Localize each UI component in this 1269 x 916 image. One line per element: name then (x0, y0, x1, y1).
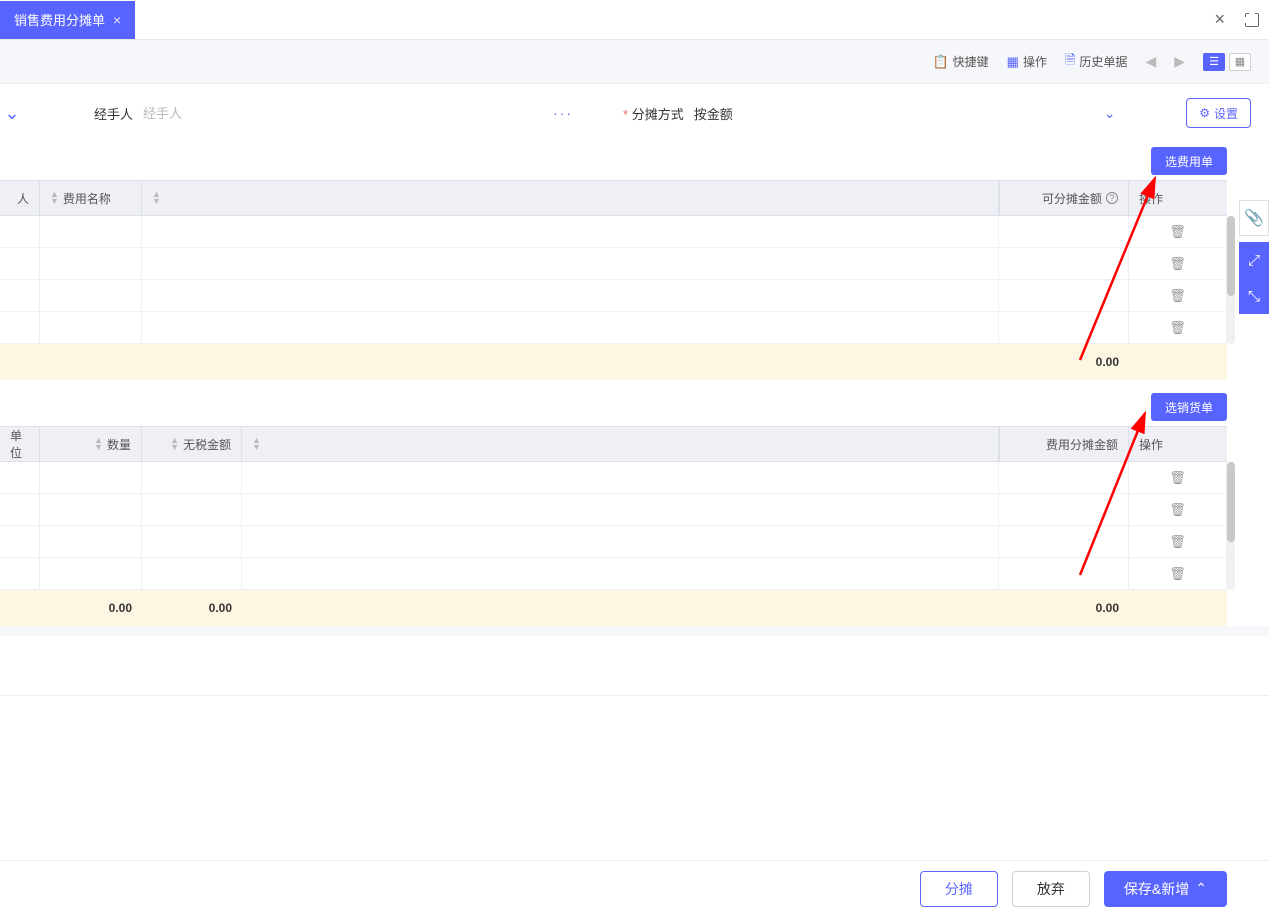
handler-input[interactable] (143, 99, 543, 127)
sort-icon[interactable]: ▲▼ (94, 437, 103, 451)
fullscreen-icon[interactable] (1245, 13, 1259, 27)
document-icon: 🗎 (1065, 51, 1075, 73)
shortcut-label: 快捷键 (953, 53, 989, 70)
gear-icon: ⚙ (1199, 106, 1210, 120)
trash-icon[interactable]: 🗑 (1169, 288, 1186, 304)
th-notax: 无税金额 (183, 436, 231, 453)
sum-notax: 0.00 (209, 601, 232, 615)
table-row: 🗑 (0, 558, 1227, 590)
th-col1: 费用名称 (63, 190, 111, 207)
save-label: 保存&新增 (1124, 879, 1189, 899)
nav-prev-icon[interactable]: ◀ (1145, 53, 1156, 70)
th-ops: 操作 (1139, 190, 1163, 207)
table-row: 🗑 (0, 494, 1227, 526)
footer: 分摊 放弃 保存&新增 ⌃ (0, 860, 1269, 916)
scrollbar[interactable] (1227, 462, 1235, 590)
table-row: 🗑 (0, 248, 1227, 280)
settings-button[interactable]: ⚙ 设置 (1186, 98, 1251, 128)
select-sales-button[interactable]: 选销货单 (1151, 393, 1227, 421)
trash-icon[interactable]: 🗑 (1169, 534, 1186, 550)
trash-icon[interactable]: 🗑 (1169, 224, 1186, 240)
operate-button[interactable]: ▦ 操作 (1007, 53, 1047, 70)
attachment-icon[interactable]: 📎 (1239, 200, 1269, 236)
close-icon[interactable]: × (1208, 5, 1231, 34)
alloc-label: 分摊方式 (623, 104, 684, 123)
table-expense: 人 ▲▼ 费用名称 ▲▼ 可分摊金额 ? 操作 🗑 🗑 🗑 (0, 180, 1269, 380)
history-button[interactable]: 🗎 历史单据 (1065, 51, 1127, 73)
table-row: 🗑 (0, 280, 1227, 312)
tab-bar: 销售费用分摊单 × × (0, 0, 1269, 40)
handler-label: 经手人 (94, 104, 133, 123)
table-row: 🗑 (0, 462, 1227, 494)
discard-button[interactable]: 放弃 (1012, 871, 1090, 907)
table-row: 🗑 (0, 216, 1227, 248)
handler-more-icon[interactable]: ··· (553, 105, 573, 121)
alloc-value[interactable]: 按金额 (694, 104, 1094, 123)
trash-icon[interactable]: 🗑 (1169, 256, 1186, 272)
chevron-up-icon: ⌃ (1195, 880, 1207, 897)
tab-title: 销售费用分摊单 (14, 10, 105, 29)
view-list-icon[interactable]: ☰ (1203, 53, 1225, 71)
view-grid-icon[interactable]: ▦ (1229, 53, 1251, 71)
side-buttons: 📎 ⤢ ⤡ (1239, 200, 1269, 314)
trash-icon[interactable]: 🗑 (1169, 566, 1186, 582)
chevron-down-icon[interactable]: ⌄ (0, 103, 24, 124)
sort-icon[interactable]: ▲▼ (170, 437, 179, 451)
table-sales: 单位 ▲▼ 数量 ▲▼ 无税金额 ▲▼ 费用分摊金额 操作 🗑 🗑 🗑 (0, 426, 1269, 626)
form-row: ⌄ 经手人 ··· 分摊方式 按金额 ⌄ ⚙ 设置 (0, 84, 1269, 142)
summary-row: 0.00 0.00 0.00 (0, 590, 1227, 626)
expand-out-icon[interactable]: ⤢ (1239, 242, 1269, 278)
sum-alloc-amount: 0.00 (1096, 601, 1119, 615)
sort-icon[interactable]: ▲▼ (152, 191, 161, 205)
trash-icon[interactable]: 🗑 (1169, 470, 1186, 486)
table-row: 🗑 (0, 312, 1227, 344)
table-row: 🗑 (0, 526, 1227, 558)
grid-icon: ▦ (1007, 54, 1019, 70)
trash-icon[interactable]: 🗑 (1169, 320, 1186, 336)
sum-allocable: 0.00 (1096, 355, 1119, 369)
operate-label: 操作 (1023, 53, 1047, 70)
shortcut-button[interactable]: 📋 快捷键 (932, 53, 988, 70)
th-ops2: 操作 (1139, 436, 1163, 453)
th-col0: 人 (17, 190, 29, 207)
tab-close-icon[interactable]: × (113, 12, 121, 28)
scrollbar[interactable] (1227, 216, 1235, 344)
sum-qty: 0.00 (109, 601, 132, 615)
th-unit: 单位 (10, 427, 29, 461)
help-icon[interactable]: ? (1106, 192, 1118, 204)
sort-icon[interactable]: ▲▼ (50, 191, 59, 205)
trash-icon[interactable]: 🗑 (1169, 502, 1186, 518)
history-label: 历史单据 (1079, 53, 1127, 70)
settings-label: 设置 (1214, 105, 1238, 122)
alloc-caret-icon[interactable]: ⌄ (1104, 105, 1116, 122)
select-expense-button[interactable]: 选费用单 (1151, 147, 1227, 175)
save-new-button[interactable]: 保存&新增 ⌃ (1104, 871, 1227, 907)
sort-icon[interactable]: ▲▼ (252, 437, 261, 451)
clipboard-icon: 📋 (932, 54, 948, 70)
toolbar: 📋 快捷键 ▦ 操作 🗎 历史单据 ◀ ▶ ☰ ▦ (0, 40, 1269, 84)
th-alloc-amount: 费用分摊金额 (1046, 436, 1118, 453)
nav-next-icon[interactable]: ▶ (1174, 53, 1185, 70)
th-allocable: 可分摊金额 (1042, 190, 1102, 207)
alloc-button[interactable]: 分摊 (920, 871, 998, 907)
tab-active[interactable]: 销售费用分摊单 × (0, 1, 135, 39)
summary-row: 0.00 (0, 344, 1227, 380)
expand-in-icon[interactable]: ⤡ (1239, 278, 1269, 314)
th-qty: 数量 (107, 436, 131, 453)
